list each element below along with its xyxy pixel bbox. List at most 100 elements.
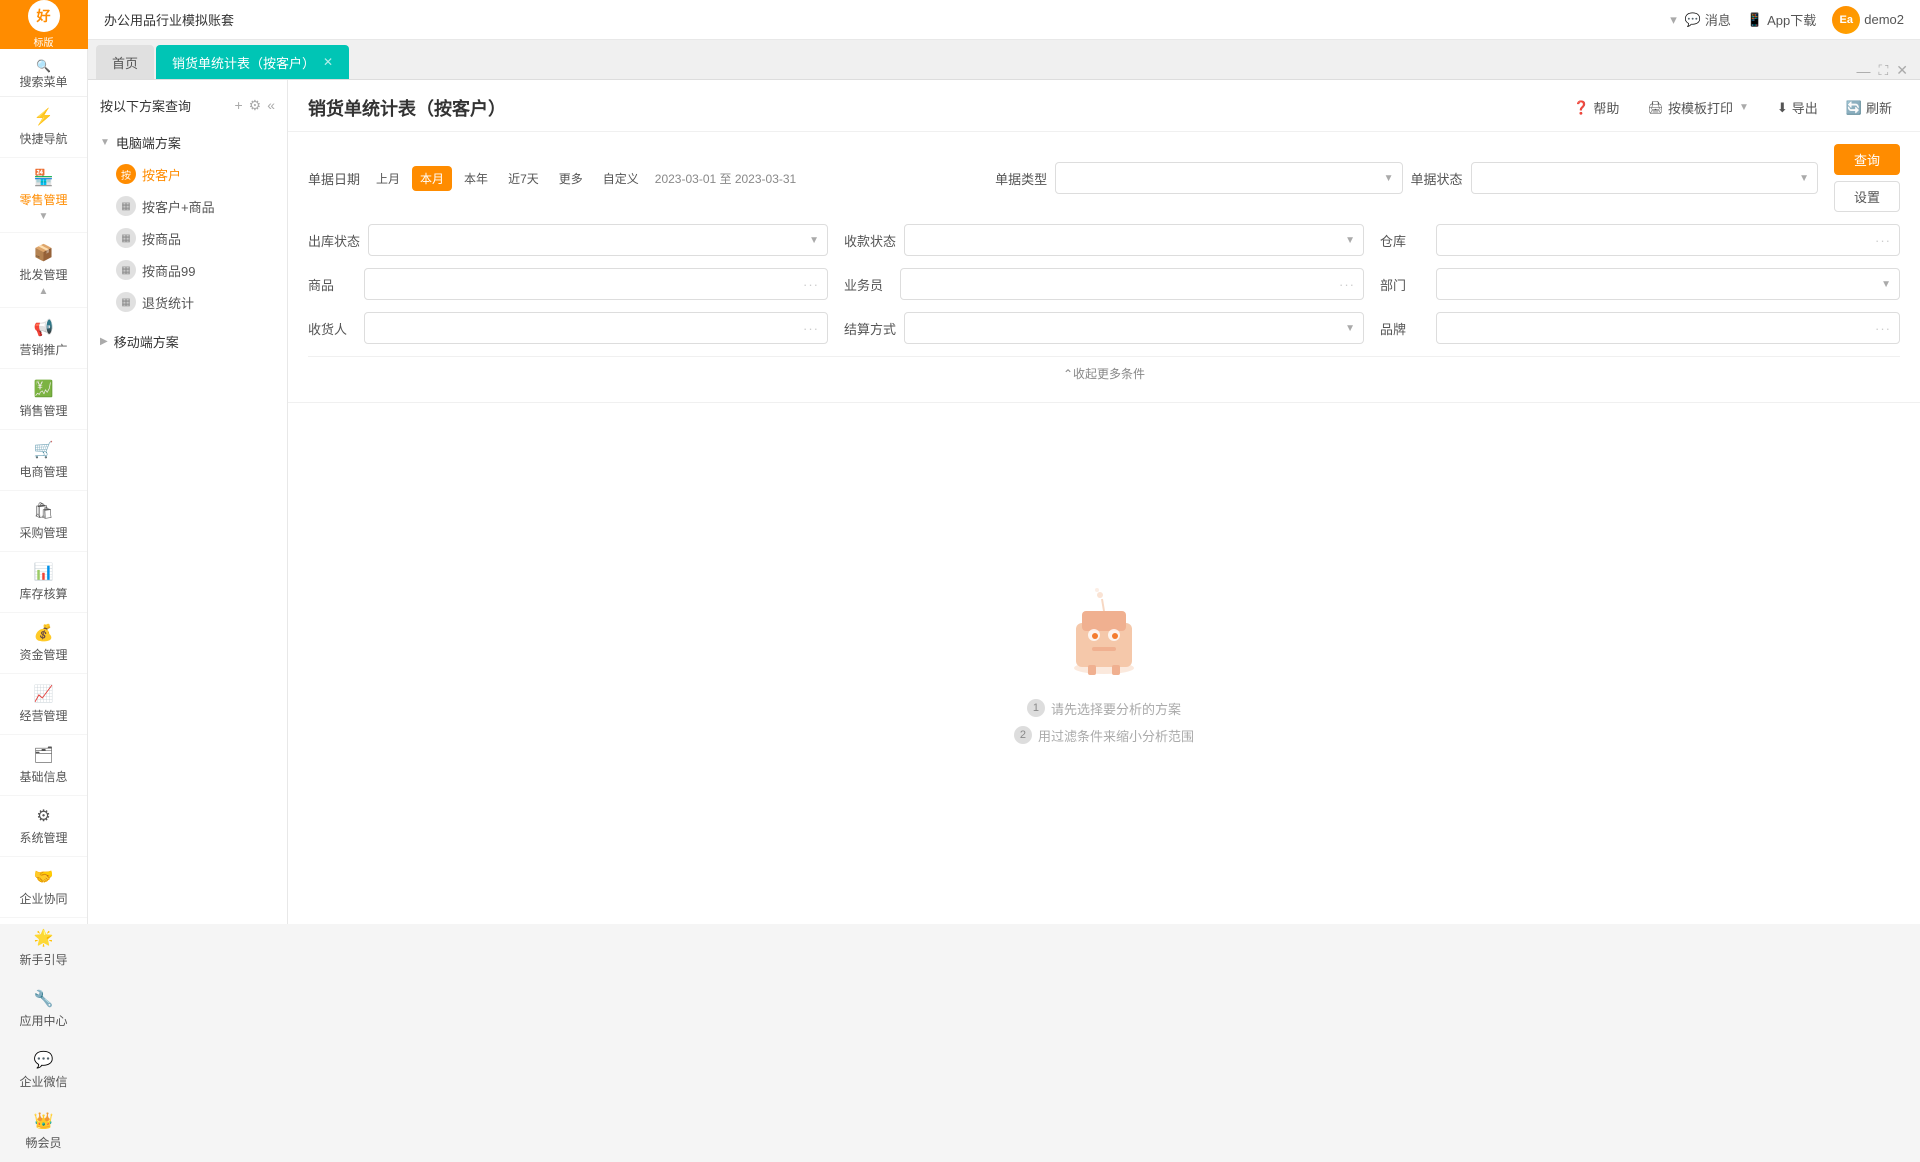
sidebar-item-wholesale[interactable]: 📦 批发管理 ▲ [0, 233, 87, 308]
date-tab-thisyear[interactable]: 本年 [456, 166, 496, 191]
tree-child-byproduct[interactable]: ▦ 按商品 [88, 222, 287, 254]
inventory-icon: 📊 [34, 562, 54, 582]
newuser-icon: 🌟 [34, 928, 54, 948]
tab-home[interactable]: 首页 [96, 45, 154, 79]
tree-child-customer-product[interactable]: ▦ 按客户+商品 [88, 190, 287, 222]
topbar-industry-title: 办公用品行业模拟账套 [104, 10, 1662, 29]
warehouse-label: 仓库 [1380, 231, 1428, 250]
brand-input[interactable]: ··· [1436, 312, 1900, 344]
receipt-status-input[interactable]: ▼ [904, 224, 1364, 256]
export-button[interactable]: ⬇ 导出 [1769, 94, 1826, 121]
sidebar-item-ecommerce[interactable]: 🛒 电商管理 [0, 430, 87, 491]
finance-icon: 💰 [34, 623, 54, 643]
date-tab-more[interactable]: 更多 [551, 166, 591, 191]
order-type-input[interactable]: ▼ [1055, 162, 1402, 194]
product-input[interactable]: ··· [364, 268, 828, 300]
tree-desktop-section: ▼ 电脑端方案 按 按客户 ▦ 按客户+商品 ▦ 按商品 ▦ 按商品99 [88, 123, 287, 322]
purchase-icon: 🛍 [33, 501, 53, 521]
tree-child-bycustomer[interactable]: 按 按客户 [88, 158, 287, 190]
print-button[interactable]: 🖨 按模板打印 [1639, 94, 1756, 121]
search-icon: 🔍 [8, 59, 79, 73]
sidebar-item-sales[interactable]: 💹 销售管理 [0, 369, 87, 430]
sidebar-item-basic[interactable]: 🗂 基础信息 [0, 735, 87, 796]
tree-mobile-section: ▶ 移动端方案 [88, 322, 287, 361]
date-tab-thismonth[interactable]: 本月 [412, 166, 452, 191]
tree-child-product99[interactable]: ▦ 按商品99 [88, 254, 287, 286]
order-status-input[interactable]: ▼ [1471, 162, 1818, 194]
product-label: 商品 [308, 275, 356, 294]
add-scheme-button[interactable]: + [234, 97, 242, 114]
topbar-dropdown-icon[interactable]: ▾ [1670, 12, 1677, 28]
date-tab-7days[interactable]: 近7天 [500, 166, 547, 191]
nav-icon: ⚡ [34, 107, 54, 127]
scheme-icon-customer-product: ▦ [116, 196, 136, 216]
department-input[interactable]: ▼ [1436, 268, 1900, 300]
collapse-panel-button[interactable]: « [267, 97, 275, 114]
scheme-icon-product99: ▦ [116, 260, 136, 280]
tree-parent-mobile[interactable]: ▶ 移动端方案 [88, 326, 287, 357]
print-icon: 🖨 [1647, 100, 1664, 116]
settings-scheme-button[interactable]: ⚙ [249, 97, 262, 114]
sidebar-item-marketing[interactable]: 📢 营销推广 [0, 308, 87, 369]
tab-closeall-button[interactable]: ✕ [1896, 62, 1908, 79]
tree-child-returns[interactable]: ▦ 退货统计 [88, 286, 287, 318]
collapse-filters-button[interactable]: ⌃ 收起更多条件 [308, 356, 1900, 390]
tree-parent-desktop[interactable]: ▼ 电脑端方案 [88, 127, 287, 158]
sidebar-item-member[interactable]: 👑 畅会员 [0, 1101, 87, 1162]
tab-maximize-button[interactable]: ⛶ [1878, 62, 1888, 79]
app-download-button[interactable]: 📱 App下载 [1747, 10, 1816, 29]
date-tab-custom[interactable]: 自定义 [595, 166, 647, 191]
settlement-label: 结算方式 [844, 319, 896, 338]
warehouse-input[interactable]: ··· [1436, 224, 1900, 256]
right-content: 销货单统计表（按客户） ❓ 帮助 🖨 按模板打印 ⬇ 导出 [288, 80, 1920, 924]
sidebar-item-appcenter[interactable]: 🔧 应用中心 [0, 979, 87, 1040]
order-type-label: 单据类型 [995, 169, 1047, 188]
tab-sales-report[interactable]: 销货单统计表（按客户） ✕ [156, 45, 349, 79]
sidebar: 好 标版 🔍 搜索菜单 ⚡ 快捷导航 🏪 零售管理 ▼ 📦 批发管理 ▲ 📢 营… [0, 0, 88, 924]
department-filter-item: 部门 ▼ [1380, 268, 1900, 300]
tab-close-button[interactable]: ✕ [323, 55, 333, 69]
sidebar-item-system[interactable]: ⚙ 系统管理 [0, 796, 87, 857]
stock-status-label: 出库状态 [308, 231, 360, 250]
main-area: 办公用品行业模拟账套 ▾ 💬 消息 📱 App下载 Ea demo2 首页 销货… [88, 0, 1920, 924]
marketing-icon: 📢 [34, 318, 54, 338]
sidebar-item-corpwechat[interactable]: 💬 企业微信 [0, 1040, 87, 1101]
scheme-icon-returns: ▦ [116, 292, 136, 312]
topbar: 办公用品行业模拟账套 ▾ 💬 消息 📱 App下载 Ea demo2 [88, 0, 1920, 40]
sidebar-item-enterprise[interactable]: 🤝 企业协同 [0, 857, 87, 918]
settlement-input[interactable]: ▼ [904, 312, 1364, 344]
sidebar-item-quicknav[interactable]: ⚡ 快捷导航 [0, 97, 87, 158]
sidebar-item-search[interactable]: 🔍 搜索菜单 [0, 49, 87, 97]
sidebar-item-operations[interactable]: 📈 经营管理 [0, 674, 87, 735]
query-button[interactable]: 查询 [1834, 144, 1900, 175]
stock-status-input[interactable]: ▼ [368, 224, 828, 256]
empty-state: 1 请先选择要分析的方案 2 用过滤条件来缩小分析范围 [288, 403, 1920, 924]
brand-label: 品牌 [1380, 319, 1428, 338]
salesperson-input[interactable]: ··· [900, 268, 1364, 300]
enterprise-icon: 🤝 [34, 867, 54, 887]
tree-arrow-collapsed: ▶ [100, 336, 108, 347]
sidebar-item-purchase[interactable]: 🛍 采购管理 [0, 491, 87, 552]
appcenter-icon: 🔧 [34, 989, 54, 1009]
filter-row-4: 收货人 ··· 结算方式 ▼ 品牌 [308, 312, 1900, 344]
sidebar-item-newuser[interactable]: 🌟 新手引导 [0, 918, 87, 979]
tab-minimize-button[interactable]: — [1856, 63, 1870, 79]
sidebar-item-finance[interactable]: 💰 资金管理 [0, 613, 87, 674]
order-status-label: 单据状态 [1411, 169, 1463, 188]
refresh-button[interactable]: 🔄 刷新 [1838, 94, 1900, 121]
user-menu-button[interactable]: Ea demo2 [1832, 6, 1904, 34]
sidebar-item-retail[interactable]: 🏪 零售管理 ▼ [0, 158, 87, 233]
date-tab-lastmonth[interactable]: 上月 [368, 166, 408, 191]
order-type-filter-item: 单据类型 ▼ [995, 162, 1402, 194]
empty-illustration [1044, 583, 1164, 683]
sales-icon: 💹 [34, 379, 54, 399]
empty-hint-1: 1 请先选择要分析的方案 [1027, 699, 1181, 718]
message-button[interactable]: 💬 消息 [1685, 10, 1731, 29]
salesperson-filter-item: 业务员 ··· [844, 268, 1364, 300]
help-button[interactable]: ❓ 帮助 [1565, 94, 1627, 121]
filter-row-2: 出库状态 ▼ 收款状态 ▼ 仓库 [308, 224, 1900, 256]
scheme-icon-product: ▦ [116, 228, 136, 248]
settings-button[interactable]: 设置 [1834, 181, 1900, 212]
receiver-input[interactable]: ··· [364, 312, 828, 344]
sidebar-item-inventory[interactable]: 📊 库存核算 [0, 552, 87, 613]
